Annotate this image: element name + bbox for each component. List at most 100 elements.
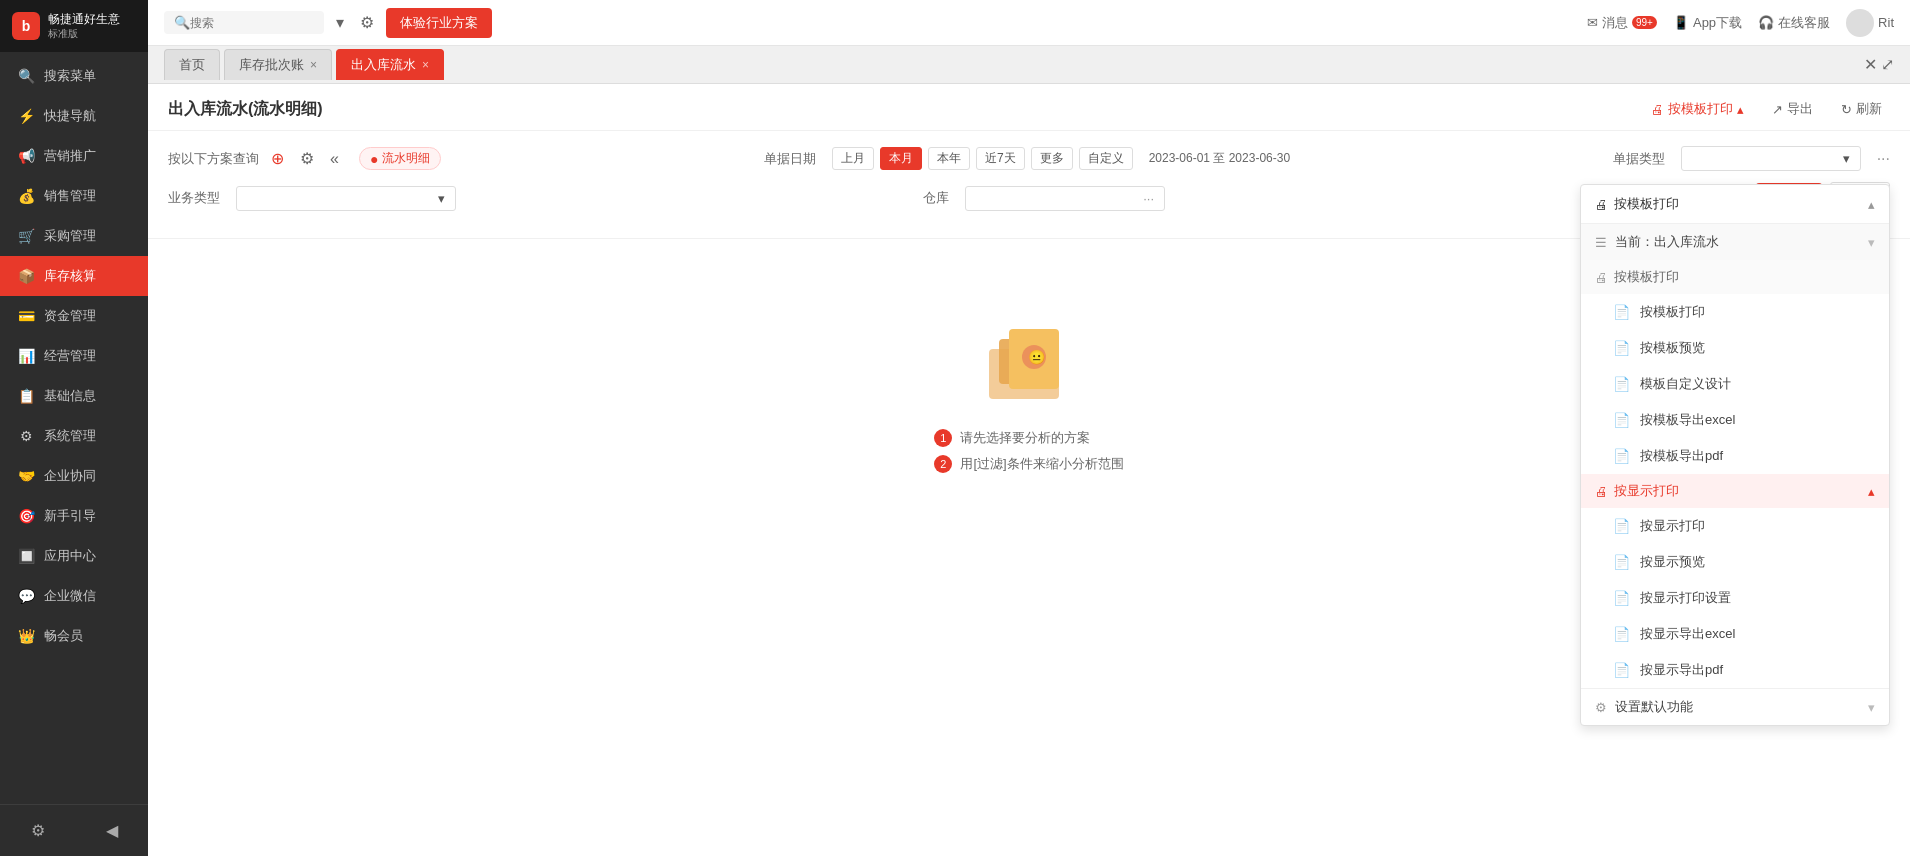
date-btn-更多[interactable]: 更多 (1031, 147, 1073, 170)
refresh-btn[interactable]: ↻ 刷新 (1833, 96, 1890, 122)
display-item-按显示打印设置[interactable]: 📄按显示打印设置 (1581, 580, 1889, 616)
logo-text: 畅捷通好生意 标准版 (48, 12, 120, 41)
date-btn-本月[interactable]: 本月 (880, 147, 922, 170)
display-section-header[interactable]: 🖨 按显示打印 ▴ (1581, 474, 1889, 508)
type-more-icon[interactable]: ··· (1877, 150, 1890, 168)
chevron-up-icon: ▴ (1737, 102, 1744, 117)
sidebar-item-coop[interactable]: 🤝企业协同 (0, 456, 148, 496)
display-item-icon: 📄 (1613, 554, 1630, 570)
sidebar-item-basic[interactable]: 📋基础信息 (0, 376, 148, 416)
date-btn-近7天[interactable]: 近7天 (976, 147, 1025, 170)
filter-tag[interactable]: ● 流水明细 (359, 147, 441, 170)
display-item-icon: 📄 (1613, 590, 1630, 606)
user-avatar-btn[interactable]: Rit (1846, 9, 1894, 37)
add-filter-icon[interactable]: ⊕ (267, 145, 288, 172)
settings-icon[interactable]: ⚙ (25, 815, 51, 846)
sidebar-item-apps[interactable]: 🔲应用中心 (0, 536, 148, 576)
tab-home[interactable]: 首页 (164, 49, 220, 80)
date-btn-自定义[interactable]: 自定义 (1079, 147, 1133, 170)
dropdown-title: 按模板打印 (1614, 195, 1679, 213)
date-btn-上月[interactable]: 上月 (832, 147, 874, 170)
template-item-按模板预览[interactable]: 📄按模板预览 (1581, 330, 1889, 366)
template-item-icon: 📄 (1613, 340, 1630, 356)
sidebar-item-system[interactable]: ⚙系统管理 (0, 416, 148, 456)
sidebar-item-purchase[interactable]: 🛒采购管理 (0, 216, 148, 256)
quick-nav-icon: ⚡ (16, 106, 36, 126)
display-section-icon: 🖨 (1595, 484, 1608, 499)
search-wrap[interactable]: 🔍 (164, 11, 324, 34)
guide-icon: 🎯 (16, 506, 36, 526)
page-area: 出入库流水(流水明细) 🖨 按模板打印 ▴ ↗ 导出 ↻ 刷新 (148, 84, 1910, 856)
warehouse-more-icon[interactable]: ··· (1143, 191, 1154, 206)
display-item-按显示打印[interactable]: 📄按显示打印 (1581, 508, 1889, 544)
display-section-up-icon[interactable]: ▴ (1868, 484, 1875, 499)
app-download-btn[interactable]: 📱 App下载 (1673, 14, 1742, 32)
dropdown-up-icon[interactable]: ▴ (1868, 197, 1875, 212)
template-item-按模板导出pdf[interactable]: 📄按模板导出pdf (1581, 438, 1889, 474)
messages-btn[interactable]: ✉ 消息 99+ (1587, 14, 1657, 32)
display-item-按显示导出excel[interactable]: 📄按显示导出excel (1581, 616, 1889, 652)
template-item-模板自定义设计[interactable]: 📄模板自定义设计 (1581, 366, 1889, 402)
page-title: 出入库流水(流水明细) (168, 99, 323, 120)
date-btn-本年[interactable]: 本年 (928, 147, 970, 170)
template-section-header[interactable]: 🖨 按模板打印 (1581, 260, 1889, 294)
type-select-dropdown-icon: ▾ (1843, 151, 1850, 166)
online-service-btn[interactable]: 🎧 在线客服 (1758, 14, 1830, 32)
svg-text:😐: 😐 (1028, 349, 1046, 366)
tab-close-flow[interactable]: × (422, 58, 429, 72)
dropdown-current-item[interactable]: ☰ 当前：出入库流水 ▾ (1581, 224, 1889, 260)
current-chevron-icon: ▾ (1868, 235, 1875, 250)
biz-type-select[interactable]: ▾ (236, 186, 456, 211)
print-header-icon: 🖨 (1595, 197, 1608, 212)
sidebar-item-operations[interactable]: 📊经营管理 (0, 336, 148, 376)
search-icon: 🔍 (16, 66, 36, 86)
export-btn[interactable]: ↗ 导出 (1764, 96, 1821, 122)
topbar-left: 🔍 ▾ ⚙ 体验行业方案 (164, 8, 1587, 38)
empty-illustration: 😐 (979, 319, 1079, 409)
type-select[interactable]: ▾ (1681, 146, 1861, 171)
display-item-按显示预览[interactable]: 📄按显示预览 (1581, 544, 1889, 580)
tab-label-flow: 出入库流水 (351, 56, 416, 74)
industry-btn[interactable]: 体验行业方案 (386, 8, 492, 38)
collapse-left-icon[interactable]: « (326, 146, 343, 172)
display-item-icon: 📄 (1613, 662, 1630, 678)
sidebar-nav: 🔍搜索菜单⚡快捷导航📢营销推广💰销售管理🛒采购管理📦库存核算💳资金管理📊经营管理… (0, 52, 148, 804)
sidebar-item-search[interactable]: 🔍搜索菜单 (0, 56, 148, 96)
close-tab-icon[interactable]: ✕ (1864, 55, 1877, 74)
sidebar-item-sales[interactable]: 💰销售管理 (0, 176, 148, 216)
sidebar-item-quick-nav[interactable]: ⚡快捷导航 (0, 96, 148, 136)
display-item-icon: 📄 (1613, 518, 1630, 534)
collapse-nav-icon[interactable]: ◀ (100, 815, 124, 846)
sidebar-item-guide[interactable]: 🎯新手引导 (0, 496, 148, 536)
sidebar-item-marketing[interactable]: 📢营销推广 (0, 136, 148, 176)
sidebar-item-wechat[interactable]: 💬企业微信 (0, 576, 148, 616)
template-section-label: 按模板打印 (1614, 268, 1679, 286)
tab-bar: 首页 库存批次账 × 出入库流水 × ✕⤢ (148, 46, 1910, 84)
dropdown-arrow-icon[interactable]: ▾ (332, 9, 348, 36)
sidebar-item-inventory[interactable]: 📦库存核算 (0, 256, 148, 296)
tab-flow[interactable]: 出入库流水 × (336, 49, 444, 80)
template-item-icon: 📄 (1613, 412, 1630, 428)
template-print-items: 📄按模板打印📄按模板预览📄模板自定义设计📄按模板导出excel📄按模板导出pdf (1581, 294, 1889, 474)
template-item-按模板导出excel[interactable]: 📄按模板导出excel (1581, 402, 1889, 438)
settings-gear-icon[interactable]: ⚙ (356, 9, 378, 36)
sidebar-item-member[interactable]: 👑畅会员 (0, 616, 148, 656)
print-template-btn[interactable]: 🖨 按模板打印 ▴ (1643, 96, 1752, 122)
dropdown-footer[interactable]: ⚙ 设置默认功能 ▾ (1581, 688, 1889, 725)
sidebar-item-finance[interactable]: 💳资金管理 (0, 296, 148, 336)
expand-tab-icon[interactable]: ⤢ (1881, 55, 1894, 74)
biz-type-label: 业务类型 (168, 189, 220, 207)
purchase-icon: 🛒 (16, 226, 36, 246)
template-item-icon: 📄 (1613, 448, 1630, 464)
tab-label-batch-account: 库存批次账 (239, 56, 304, 74)
date-filter: 上月本月本年近7天更多自定义 (832, 147, 1133, 170)
search-input[interactable] (190, 16, 300, 30)
display-item-按显示导出pdf[interactable]: 📄按显示导出pdf (1581, 652, 1889, 688)
settings-filter-icon[interactable]: ⚙ (296, 145, 318, 172)
tab-close-batch-account[interactable]: × (310, 58, 317, 72)
template-item-按模板打印[interactable]: 📄按模板打印 (1581, 294, 1889, 330)
display-item-icon: 📄 (1613, 626, 1630, 642)
warehouse-select[interactable]: ··· (965, 186, 1165, 211)
tab-batch-account[interactable]: 库存批次账 × (224, 49, 332, 80)
apps-icon: 🔲 (16, 546, 36, 566)
